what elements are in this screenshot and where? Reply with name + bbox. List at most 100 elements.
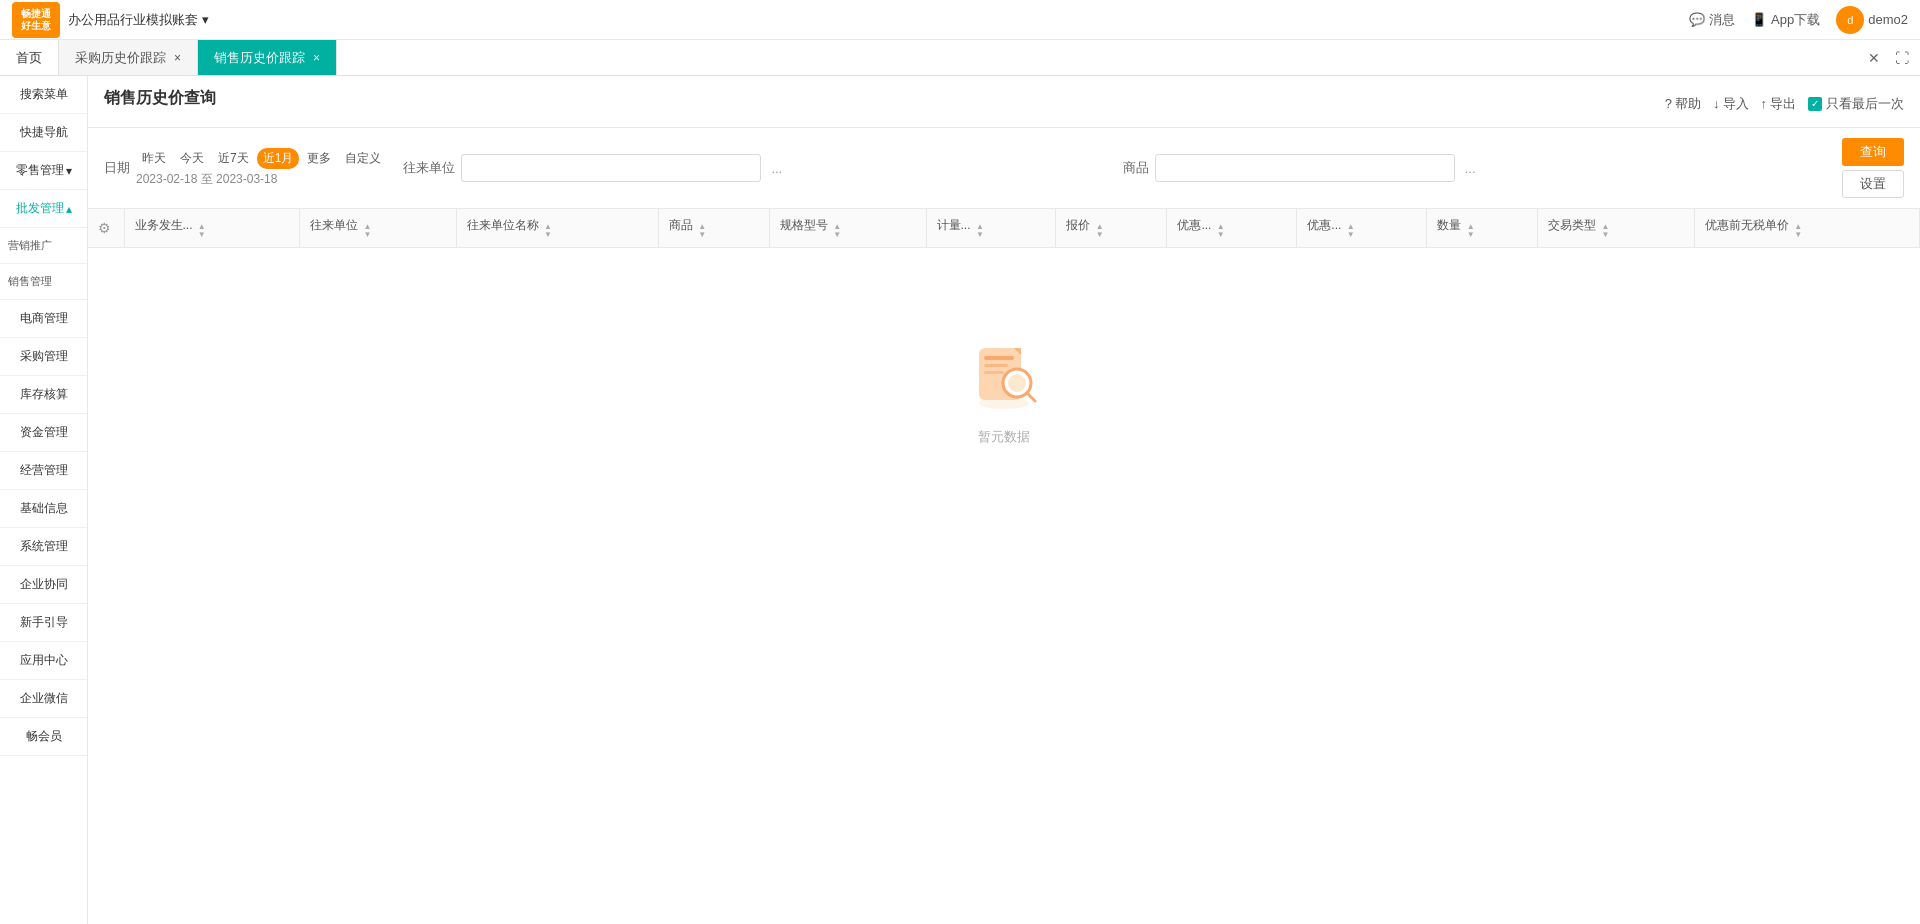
col-discount2-label: 优惠... (1307, 218, 1341, 232)
sidebar-ecom-label: 电商管理 (20, 311, 68, 325)
col-discount1[interactable]: 优惠... ▲▼ (1167, 209, 1297, 248)
sidebar-item-wholesale-mgmt[interactable]: 批发管理 ▴ (0, 190, 87, 228)
page-title: 销售历史价查询 (104, 88, 216, 109)
date-opt-custom[interactable]: 自定义 (339, 148, 387, 169)
tab-purchase-history[interactable]: 采购历史价跟踪 × (59, 40, 198, 75)
export-icon: ↑ (1761, 96, 1768, 111)
table-header-row: ⚙ 业务发生... ▲▼ 往来单位 ▲▼ 往来单位名称 ▲▼ (88, 209, 1920, 248)
tab-purchase-close[interactable]: × (174, 51, 181, 65)
tab-home-label: 首页 (16, 49, 42, 67)
tab-sales-close[interactable]: × (313, 51, 320, 65)
wholesale-arrow-icon: ▴ (66, 202, 72, 216)
sidebar-item-search[interactable]: 搜索菜单 (0, 76, 87, 114)
col-goods-label: 商品 (669, 218, 693, 232)
date-range: 2023-02-18 至 2023-03-18 (136, 171, 387, 188)
retail-arrow-icon: ▾ (66, 164, 72, 178)
sidebar-sales-mgmt-label: 销售管理 (8, 275, 52, 287)
tab-purchase-label: 采购历史价跟踪 (75, 49, 166, 67)
sort-arrows-discount2: ▲▼ (1347, 223, 1355, 239)
col-quote-label: 报价 (1066, 218, 1090, 232)
sidebar-item-newbie[interactable]: 新手引导 (0, 604, 87, 642)
col-quote[interactable]: 报价 ▲▼ (1056, 209, 1167, 248)
topbar: 畅捷通好生意 办公用品行业模拟账套 ▾ 💬 消息 📱 App下载 d demo2 (0, 0, 1920, 40)
import-icon: ↓ (1713, 96, 1720, 111)
sidebar-item-sys-mgmt[interactable]: 系统管理 (0, 528, 87, 566)
col-biz-date[interactable]: 业务发生... ▲▼ (124, 209, 300, 248)
date-opt-last1m[interactable]: 近1月 (257, 148, 300, 169)
checkbox-icon (1808, 97, 1822, 111)
col-partner-name[interactable]: 往来单位名称 ▲▼ (456, 209, 658, 248)
col-biz-date-label: 业务发生... (135, 218, 193, 232)
col-discount2[interactable]: 优惠... ▲▼ (1297, 209, 1427, 248)
sidebar-item-marketing[interactable]: 营销推广 (0, 228, 87, 264)
sidebar-item-purchase-mgmt[interactable]: 采购管理 (0, 338, 87, 376)
col-settings: ⚙ (88, 209, 124, 248)
sidebar-item-corp-wechat[interactable]: 企业微信 (0, 680, 87, 718)
sidebar-item-basic-info[interactable]: 基础信息 (0, 490, 87, 528)
date-opt-yesterday[interactable]: 昨天 (136, 148, 172, 169)
sidebar-item-sales-mgmt[interactable]: 销售管理 (0, 264, 87, 300)
svg-rect-2 (984, 356, 1014, 360)
only-last-checkbox[interactable]: 只看最后一次 (1808, 95, 1904, 113)
sidebar-item-member[interactable]: 畅会员 (0, 718, 87, 756)
settings-button[interactable]: 设置 (1842, 170, 1904, 198)
col-pretax-price[interactable]: 优惠前无税单价 ▲▼ (1694, 209, 1919, 248)
empty-text: 暂元数据 (978, 428, 1030, 446)
col-spec[interactable]: 规格型号 ▲▼ (769, 209, 926, 248)
sidebar-item-finance-mgmt[interactable]: 资金管理 (0, 414, 87, 452)
export-label: 导出 (1770, 95, 1796, 113)
sidebar-item-enterprise[interactable]: 企业协同 (0, 566, 87, 604)
col-partner-code[interactable]: 往来单位 ▲▼ (300, 209, 457, 248)
only-last-label: 只看最后一次 (1826, 95, 1904, 113)
date-opt-today[interactable]: 今天 (174, 148, 210, 169)
sidebar-ops-label: 经营管理 (20, 463, 68, 477)
sidebar-item-retail-mgmt[interactable]: 零售管理 ▾ (0, 152, 87, 190)
date-opt-more[interactable]: 更多 (301, 148, 337, 169)
date-opt-last7[interactable]: 近7天 (212, 148, 255, 169)
sidebar-item-inventory[interactable]: 库存核算 (0, 376, 87, 414)
date-label: 日期 (104, 159, 130, 177)
col-trade-type[interactable]: 交易类型 ▲▼ (1538, 209, 1695, 248)
maximize-btn[interactable]: ⛶ (1892, 48, 1912, 68)
col-partner-code-label: 往来单位 (310, 218, 358, 232)
col-discount1-label: 优惠... (1177, 218, 1211, 232)
import-btn[interactable]: ↓ 导入 (1713, 95, 1749, 113)
sidebar-item-app-center[interactable]: 应用中心 (0, 642, 87, 680)
gear-icon[interactable]: ⚙ (98, 220, 111, 236)
col-quantity[interactable]: 数量 ▲▼ (1427, 209, 1538, 248)
app-selector[interactable]: 办公用品行业模拟账套 ▾ (68, 11, 209, 29)
close-tab-btn[interactable]: ✕ (1864, 48, 1884, 68)
col-goods[interactable]: 商品 ▲▼ (659, 209, 770, 248)
main-layout: 搜索菜单 快捷导航 零售管理 ▾ 批发管理 ▴ 营销推广 销售管理 电商管理 采 (0, 76, 1920, 924)
query-button[interactable]: 查询 (1842, 138, 1904, 166)
col-spec-label: 规格型号 (780, 218, 828, 232)
svg-line-7 (1027, 393, 1035, 401)
sidebar-item-ecom-mgmt[interactable]: 电商管理 (0, 300, 87, 338)
partner-input[interactable] (461, 154, 761, 182)
goods-input[interactable] (1155, 154, 1455, 182)
action-buttons: 查询 设置 (1842, 138, 1904, 198)
sidebar-corp-wechat-label: 企业微信 (20, 691, 68, 705)
help-btn[interactable]: ? 帮助 (1665, 95, 1701, 113)
sidebar-item-ops-mgmt[interactable]: 经营管理 (0, 452, 87, 490)
topbar-left: 畅捷通好生意 办公用品行业模拟账套 ▾ (12, 2, 209, 38)
sidebar-retail-label: 零售管理 (16, 162, 64, 179)
sort-arrows-spec: ▲▼ (833, 223, 841, 239)
sort-arrows-unit: ▲▼ (976, 223, 984, 239)
export-btn[interactable]: ↑ 导出 (1761, 95, 1797, 113)
sort-arrows-partner-code: ▲▼ (364, 223, 372, 239)
sidebar-enterprise-label: 企业协同 (20, 577, 68, 591)
partner-dots: ... (767, 161, 786, 176)
sidebar-marketing-label: 营销推广 (8, 239, 52, 251)
col-unit[interactable]: 计量... ▲▼ (926, 209, 1056, 248)
sidebar-newbie-label: 新手引导 (20, 615, 68, 629)
tab-sales-history[interactable]: 销售历史价跟踪 × (198, 40, 337, 75)
user-profile[interactable]: d demo2 (1836, 6, 1908, 34)
col-pretax-price-label: 优惠前无税单价 (1705, 218, 1789, 232)
page-header: 销售历史价查询 ? 帮助 ↓ 导入 ↑ 导出 (88, 76, 1920, 128)
sidebar-item-quick-nav[interactable]: 快捷导航 (0, 114, 87, 152)
tab-home[interactable]: 首页 (0, 40, 59, 75)
message-btn[interactable]: 💬 消息 (1689, 11, 1735, 29)
app-download-btn[interactable]: 📱 App下载 (1751, 11, 1820, 29)
sort-arrows-biz-date: ▲▼ (198, 223, 206, 239)
